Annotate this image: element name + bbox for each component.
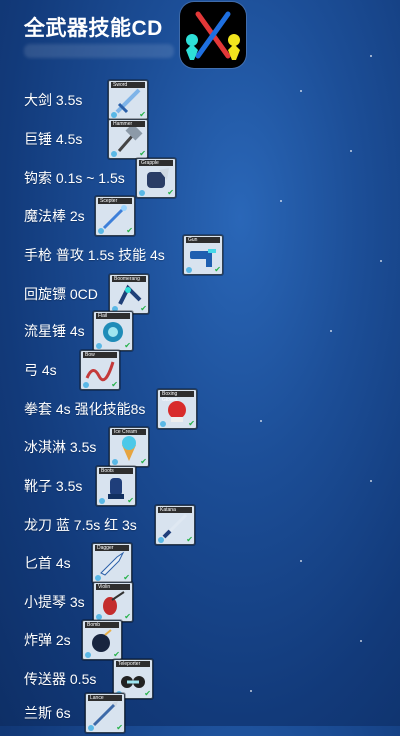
weapon-cd-label: 弓 4s	[24, 362, 57, 378]
weapon-cd-label: 手枪 普攻 1.5s 技能 4s	[24, 247, 165, 263]
blurred-subtitle	[24, 44, 174, 58]
page-title: 全武器技能CD	[24, 17, 163, 40]
weapon-cd-label: 回旋镖 0CD	[24, 286, 98, 302]
weapon-cd-label: 传送器 0.5s	[24, 671, 97, 687]
weapon-cd-label: 龙刀 蓝 7.5s 红 3s	[24, 517, 137, 533]
weapon-cd-label: 靴子 3.5s	[24, 478, 83, 494]
weapon-card-icon: Gun ✔	[183, 235, 223, 275]
weapon-cd-label: 大剑 3.5s	[24, 92, 83, 108]
weapon-cd-label: 拳套 4s 强化技能8s	[24, 401, 146, 417]
weapon-card-icon: Dagger ✔	[92, 543, 132, 583]
weapon-card-icon: Katana ✔	[155, 505, 195, 545]
weapon-card-icon: Ice Cream ✔	[109, 427, 149, 467]
weapon-cd-label: 小提琴 3s	[24, 594, 85, 610]
weapon-card-icon: Scepter ✔	[95, 196, 135, 236]
weapon-cd-label: 炸弹 2s	[24, 632, 71, 648]
weapon-card-icon: Flail ✔	[93, 311, 133, 351]
weapon-cd-label: 兰斯 6s	[24, 705, 71, 721]
weapon-card-icon: Bomb ✔	[82, 620, 122, 660]
weapon-card-icon: Violin ✔	[93, 582, 133, 622]
weapon-card-icon: Boots ✔	[96, 466, 136, 506]
weapon-row: 兰斯 6s Lance ✔	[0, 690, 400, 736]
weapon-card-icon: Grapple ✔	[136, 158, 176, 198]
weapon-card-icon: Bow ✔	[80, 350, 120, 390]
weapon-cd-label: 巨锤 4.5s	[24, 131, 83, 147]
weapon-cd-label: 流星锤 4s	[24, 323, 85, 339]
weapon-cd-label: 冰淇淋 3.5s	[24, 439, 97, 455]
app-logo-icon	[180, 2, 246, 68]
weapon-cd-label: 魔法棒 2s	[24, 208, 85, 224]
weapon-card-icon: Hammer ✔	[108, 119, 148, 159]
weapon-card-icon: Boxing Gloves ✔	[157, 389, 197, 429]
weapon-cd-label: 钩索 0.1s ~ 1.5s	[24, 170, 125, 186]
weapon-card-icon: Sword ✔	[108, 80, 148, 120]
green-check-icon: ✔	[116, 723, 123, 732]
weapon-cd-label: 匕首 4s	[24, 555, 71, 571]
weapon-card-icon: Lance ✔	[85, 693, 125, 733]
